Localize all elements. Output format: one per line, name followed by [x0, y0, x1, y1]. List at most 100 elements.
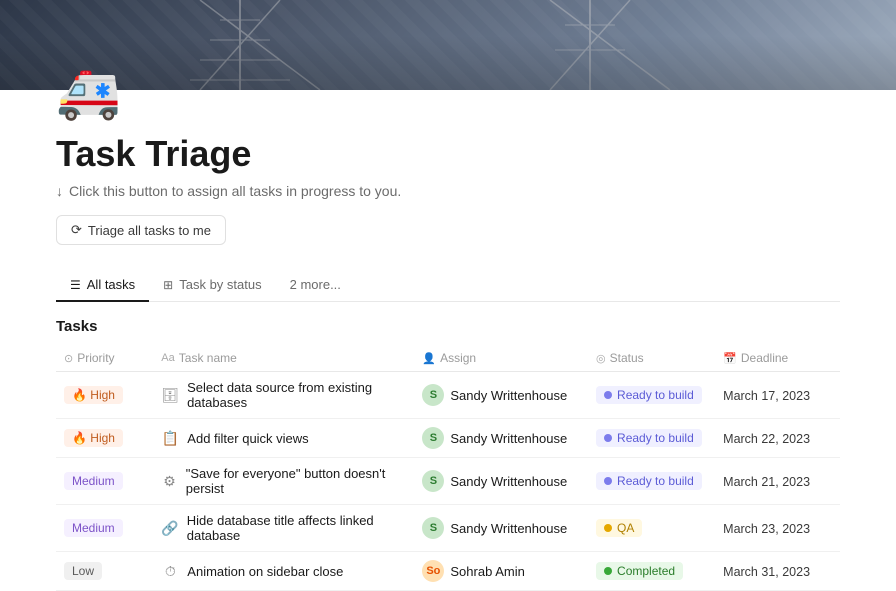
task-name-text: Animation on sidebar close: [187, 564, 343, 579]
assign-col-icon: 👤: [422, 352, 436, 365]
status-cell: Ready to build: [588, 458, 715, 505]
status-text: QA: [617, 521, 634, 535]
status-col-label: Status: [610, 351, 644, 365]
task-row-icon: ⏱: [161, 563, 179, 580]
status-text: Ready to build: [617, 388, 694, 402]
assign-cell: S Sandy Writtenhouse: [414, 458, 588, 505]
status-text: Ready to build: [617, 431, 694, 445]
assign-cell: So Sohrab Amin: [414, 552, 588, 591]
status-dot: [604, 567, 612, 575]
status-dot: [604, 477, 612, 485]
assign-col-label: Assign: [440, 351, 476, 365]
col-header-taskname: Aa Task name: [153, 345, 414, 372]
priority-cell: Low: [56, 552, 153, 591]
priority-badge: 🔥 High: [64, 429, 123, 447]
page-subtitle: ↓ Click this button to assign all tasks …: [56, 183, 840, 199]
tab-all-tasks[interactable]: ☰ All tasks: [56, 269, 149, 302]
triage-button-label: Triage all tasks to me: [88, 223, 211, 238]
status-cell: Completed: [588, 552, 715, 591]
assign-cell: SSandy Writtenhouse: [414, 505, 588, 552]
deadline-cell: March 17, 2023: [715, 372, 840, 419]
table-row[interactable]: Medium ⚙"Save for everyone" button doesn'…: [56, 458, 840, 505]
taskname-col-label: Task name: [179, 351, 237, 365]
assign-cell: SSandy Writtenhouse: [414, 419, 588, 458]
status-text: Ready to build: [617, 474, 694, 488]
task-row-icon: ⚙: [161, 473, 177, 490]
status-badge: Ready to build: [596, 472, 702, 490]
col-header-assign: 👤 Assign: [414, 345, 588, 372]
task-name-text: Hide database title affects linked datab…: [187, 513, 407, 543]
triage-icon: ⟳: [71, 222, 82, 238]
page-title: Task Triage: [56, 133, 840, 175]
subtitle-arrow: ↓: [56, 183, 63, 199]
assign-name: Sohrab Amin: [450, 564, 524, 579]
priority-badge: 🔥 High: [64, 386, 123, 404]
deadline-cell: March 21, 2023: [715, 458, 840, 505]
task-row-icon: 🔗: [161, 520, 178, 537]
status-cell: QA: [588, 505, 715, 552]
avatar: So: [422, 560, 444, 582]
tab-task-by-status[interactable]: ⊞ Task by status: [149, 269, 275, 302]
table-row[interactable]: 🔥 High 🗄 Select data source from existing …: [56, 372, 840, 419]
assign-cell: S Sandy Writtenhouse: [414, 372, 588, 419]
taskname-col-icon: Aa: [161, 352, 174, 364]
task-name-text: Add filter quick views: [187, 431, 308, 446]
page-content: 🚑 Task Triage ↓ Click this button to ass…: [0, 62, 896, 591]
tab-all-tasks-label: All tasks: [87, 277, 135, 292]
hero-banner: [0, 0, 896, 90]
task-row-icon: 🗄: [161, 387, 179, 404]
deadline-text: March 22, 2023: [723, 432, 810, 446]
taskname-cell[interactable]: 🗄 Select data source from existing databa…: [153, 372, 414, 419]
task-name-text: Select data source from existing databas…: [187, 380, 406, 410]
table-row[interactable]: Low ⏱ Animation on sidebar close So Sohrab A…: [56, 552, 840, 591]
page-emoji: 🚑: [56, 62, 120, 123]
status-col-icon: ◎: [596, 352, 606, 365]
status-dot: [604, 391, 612, 399]
priority-cell: 🔥 High: [56, 419, 153, 458]
table-row[interactable]: Medium 🔗 Hide database title affects linke…: [56, 505, 840, 552]
deadline-cell: March 22, 2023: [715, 419, 840, 458]
status-text: Completed: [617, 564, 675, 578]
status-cell: Ready to build: [588, 419, 715, 458]
assign-name: Sandy Writtenhouse: [450, 431, 567, 446]
status-dot: [604, 434, 612, 442]
priority-col-label: Priority: [77, 351, 114, 365]
assign-name: Sandy Writtenhouse: [450, 521, 567, 536]
status-badge: Ready to build: [596, 429, 702, 447]
deadline-col-icon: 📅: [723, 352, 737, 365]
tab-all-tasks-icon: ☰: [70, 278, 81, 292]
deadline-text: March 17, 2023: [723, 389, 810, 403]
col-header-status: ◎ Status: [588, 345, 715, 372]
tab-more-label: 2 more...: [290, 277, 341, 292]
assign-name: Sandy Writtenhouse: [450, 388, 567, 403]
assign-name: Sandy Writtenhouse: [450, 474, 567, 489]
task-row-icon: 📋: [161, 430, 179, 447]
col-header-deadline: 📅 Deadline: [715, 345, 840, 372]
avatar: S: [422, 384, 444, 406]
table-row[interactable]: 🔥 High 📋 Add filter quick views SSandy Writ…: [56, 419, 840, 458]
status-dot: [604, 524, 612, 532]
table-section: Tasks ⊙ Priority Aa Task name: [56, 302, 840, 591]
priority-cell: Medium: [56, 505, 153, 552]
priority-col-icon: ⊙: [64, 352, 73, 365]
priority-cell: Medium: [56, 458, 153, 505]
deadline-cell: March 31, 2023: [715, 552, 840, 591]
deadline-text: March 23, 2023: [723, 522, 810, 536]
taskname-cell[interactable]: ⏱ Animation on sidebar close: [153, 552, 414, 591]
priority-badge: Medium: [64, 472, 123, 490]
table-title: Tasks: [56, 302, 840, 345]
deadline-text: March 21, 2023: [723, 475, 810, 489]
taskname-cell[interactable]: 🔗 Hide database title affects linked data…: [153, 505, 414, 552]
avatar: S: [422, 470, 444, 492]
taskname-cell[interactable]: ⚙"Save for everyone" button doesn't pers…: [153, 458, 414, 505]
priority-cell: 🔥 High: [56, 372, 153, 419]
col-header-priority: ⊙ Priority: [56, 345, 153, 372]
priority-badge: Medium: [64, 519, 123, 537]
status-badge: Completed: [596, 562, 683, 580]
priority-badge: Low: [64, 562, 102, 580]
deadline-col-label: Deadline: [741, 351, 788, 365]
taskname-cell[interactable]: 📋 Add filter quick views: [153, 419, 414, 458]
tab-more[interactable]: 2 more...: [276, 269, 355, 302]
subtitle-text: Click this button to assign all tasks in…: [69, 183, 401, 199]
triage-button[interactable]: ⟳ Triage all tasks to me: [56, 215, 226, 245]
